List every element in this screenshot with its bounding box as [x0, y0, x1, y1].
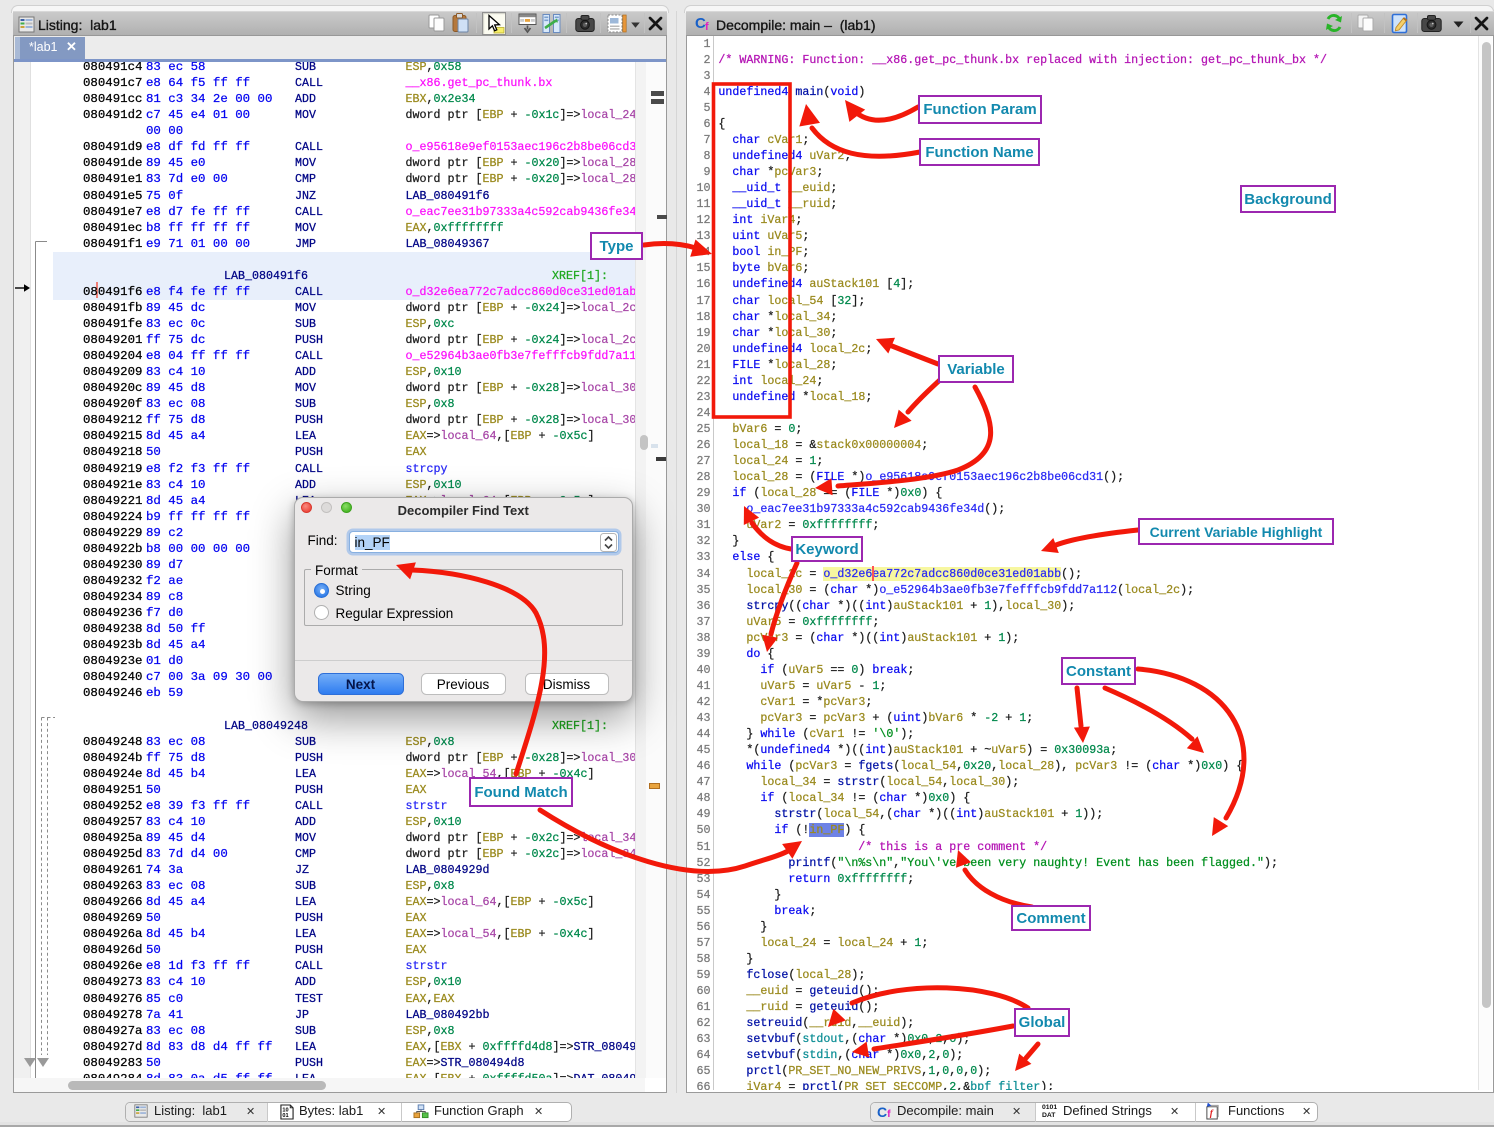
svg-text:01: 01 [282, 1113, 288, 1119]
